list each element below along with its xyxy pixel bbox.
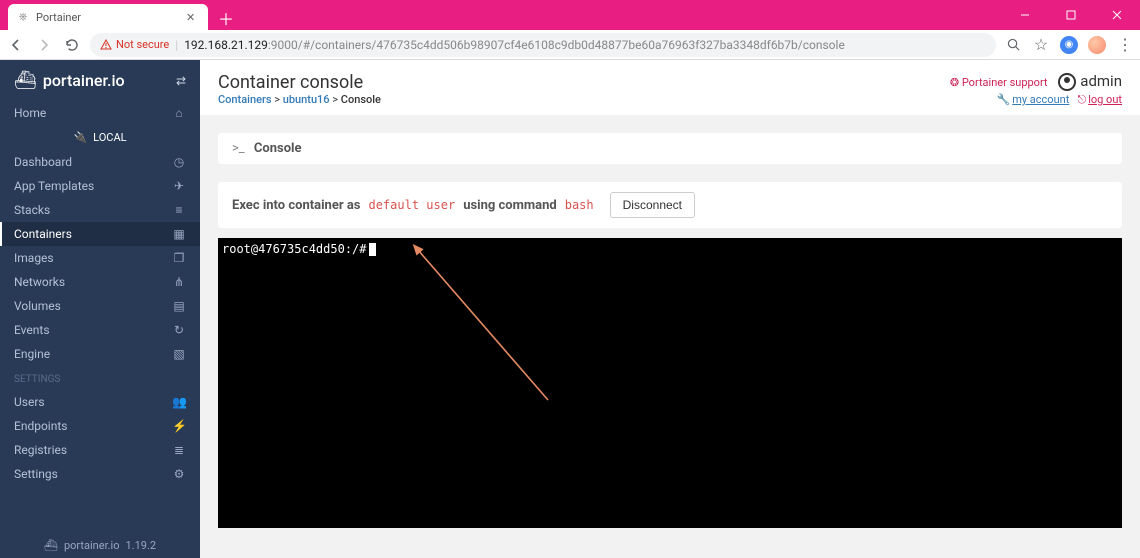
console-panel-header: >_ Console xyxy=(218,133,1122,164)
sidebar-item-containers[interactable]: Containers▦ xyxy=(0,222,200,246)
brand-logo[interactable]: ⛴portainer.io xyxy=(14,70,125,91)
database-icon: ≣ xyxy=(172,443,186,457)
address-bar[interactable]: Not secure | 192.168.21.129:9000/#/conta… xyxy=(90,33,996,57)
life-ring-icon: ❂ xyxy=(950,76,959,89)
plug-icon: 🔌 xyxy=(73,131,87,144)
sidebar-item-engine[interactable]: Engine▧ xyxy=(0,342,200,366)
new-tab-button[interactable]: ＋ xyxy=(214,6,238,30)
user-badge[interactable]: admin xyxy=(1058,72,1122,90)
support-link[interactable]: ❂ Portainer support xyxy=(950,76,1048,89)
crumb-containers[interactable]: Containers xyxy=(218,93,272,106)
close-tab-icon[interactable]: ✕ xyxy=(186,11,200,24)
engine-icon: ▧ xyxy=(172,347,186,361)
history-icon: ↻ xyxy=(172,323,186,337)
close-window-button[interactable] xyxy=(1094,0,1140,30)
exec-prefix: Exec into container as xyxy=(232,198,360,213)
sidebar-item-endpoints[interactable]: Endpoints⚡ xyxy=(0,414,200,438)
extensions-icon[interactable]: ◉ xyxy=(1060,36,1078,54)
search-icon[interactable] xyxy=(1004,36,1022,54)
grid-icon: ▦ xyxy=(172,227,186,241)
exec-mid: using command xyxy=(463,198,557,213)
url-path: :9000/#/containers/476735c4dd506b98907cf… xyxy=(268,38,845,52)
sidebar-item-templates[interactable]: App Templates✈ xyxy=(0,174,200,198)
gear-icon: ⚙ xyxy=(172,467,186,481)
sitemap-icon: ⋔ xyxy=(172,275,186,289)
sidebar-item-settings[interactable]: Settings⚙ xyxy=(0,462,200,486)
profile-avatar[interactable] xyxy=(1088,36,1106,54)
sidebar-toggle-icon[interactable]: ⇄ xyxy=(176,74,186,88)
tab-title: Portainer xyxy=(36,11,180,24)
home-icon: ⌂ xyxy=(172,106,186,120)
sidebar-item-volumes[interactable]: Volumes▤ xyxy=(0,294,200,318)
terminal-prompt: root@476735c4dd50:/# xyxy=(222,242,367,256)
back-button[interactable] xyxy=(6,35,26,55)
sidebar-item-users[interactable]: Users👥 xyxy=(0,390,200,414)
user-icon xyxy=(1058,73,1076,91)
sidebar-item-networks[interactable]: Networks⋔ xyxy=(0,270,200,294)
users-icon: 👥 xyxy=(172,395,186,409)
chrome-menu-icon[interactable]: ⋮ xyxy=(1116,36,1134,54)
forward-button[interactable] xyxy=(34,35,54,55)
terminal-icon: >_ xyxy=(232,141,245,156)
url-host: 192.168.21.129 xyxy=(184,38,268,52)
maximize-button[interactable] xyxy=(1048,0,1094,30)
gauge-icon: ◷ xyxy=(172,155,186,169)
terminal[interactable]: root@476735c4dd50:/# xyxy=(218,238,1122,528)
rocket-icon: ✈ xyxy=(172,179,186,193)
star-icon[interactable]: ☆ xyxy=(1032,36,1050,54)
not-secure-badge: Not secure xyxy=(100,38,169,51)
sidebar-item-home[interactable]: Home⌂ xyxy=(0,101,200,125)
plug2-icon: ⚡ xyxy=(172,419,186,433)
annotation-arrow xyxy=(408,240,588,420)
sidebar-local-label: 🔌LOCAL xyxy=(0,125,200,150)
sidebar-item-images[interactable]: Images❐ xyxy=(0,246,200,270)
page-title: Container console xyxy=(218,72,381,93)
breadcrumb: Containers > ubuntu16 > Console xyxy=(218,93,381,106)
favicon-icon: ⎈ xyxy=(16,10,30,24)
stack-icon: ≡ xyxy=(172,203,186,217)
ship-icon: ⛴ xyxy=(14,70,37,91)
browser-tab[interactable]: ⎈ Portainer ✕ xyxy=(8,4,208,30)
hdd-icon: ▤ xyxy=(172,299,186,313)
minimize-button[interactable] xyxy=(1002,0,1048,30)
sidebar-item-dashboard[interactable]: Dashboard◷ xyxy=(0,150,200,174)
logout-icon: ⎋ xyxy=(1078,93,1087,106)
my-account-link[interactable]: my account xyxy=(1012,93,1069,106)
crumb-container-name[interactable]: ubuntu16 xyxy=(283,93,330,106)
sidebar-item-stacks[interactable]: Stacks≡ xyxy=(0,198,200,222)
terminal-cursor xyxy=(369,243,376,256)
sidebar-section-settings: SETTINGS xyxy=(0,366,200,390)
version-label: 1.19.2 xyxy=(125,539,156,552)
exec-cmd: bash xyxy=(565,198,594,212)
exec-panel: Exec into container as default user usin… xyxy=(218,182,1122,228)
reload-button[interactable] xyxy=(62,35,82,55)
crumb-current: Console xyxy=(341,93,381,106)
sidebar-item-registries[interactable]: Registries≣ xyxy=(0,438,200,462)
logout-link[interactable]: log out xyxy=(1088,93,1122,106)
sidebar-footer: ⛴ portainer.io 1.19.2 xyxy=(0,539,200,552)
disconnect-button[interactable]: Disconnect xyxy=(610,192,695,218)
clone-icon: ❐ xyxy=(172,251,186,265)
sidebar: ⛴portainer.io ⇄ Home⌂ 🔌LOCAL Dashboard◷ … xyxy=(0,60,200,558)
exec-user: default user xyxy=(368,198,455,212)
ship-icon: ⛴ xyxy=(44,539,58,552)
sidebar-item-events[interactable]: Events↻ xyxy=(0,318,200,342)
wrench-icon: 🔧 xyxy=(997,93,1011,106)
